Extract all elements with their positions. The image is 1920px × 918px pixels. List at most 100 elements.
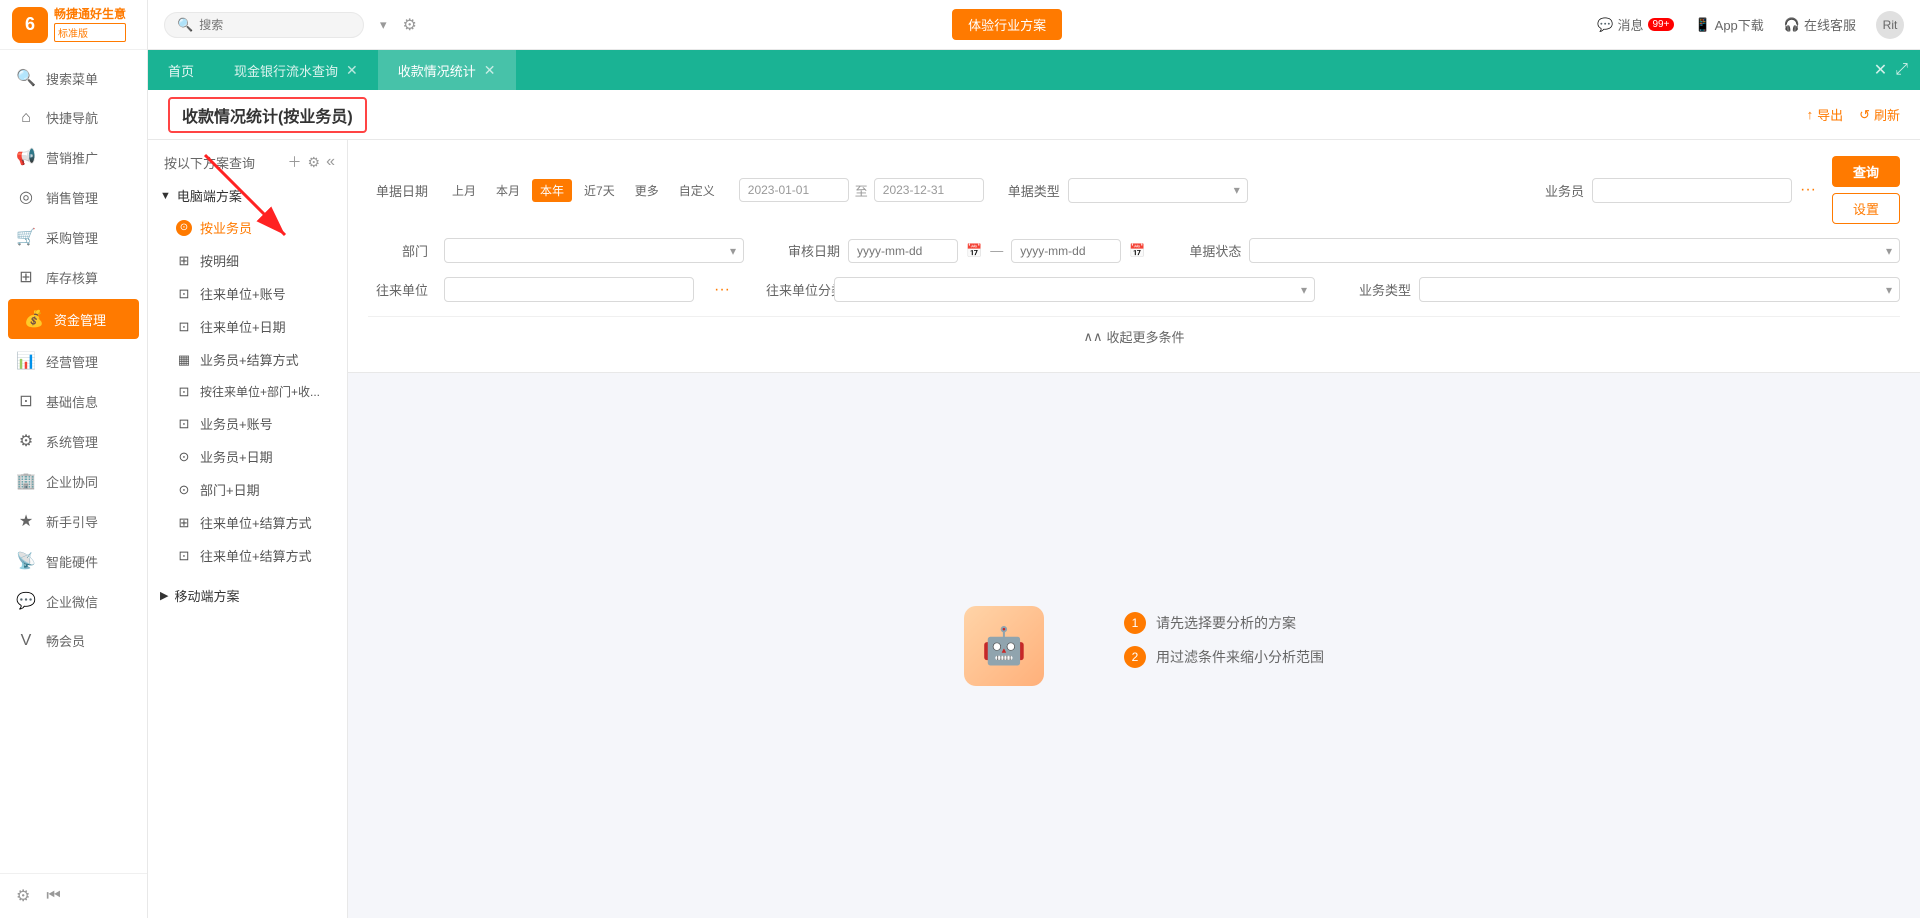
counterpart-more-btn[interactable]: ··· xyxy=(714,281,730,299)
gear-icon[interactable]: ⚙ xyxy=(403,15,417,35)
messages-action[interactable]: 💬 消息 99+ xyxy=(1597,15,1674,34)
mobile-group-toggle[interactable]: ▶ 移动端方案 xyxy=(148,580,347,611)
doc-status-label: 单据状态 xyxy=(1181,241,1241,260)
scheme-item-5[interactable]: ⊡ 按往来单位+部门+收... xyxy=(148,376,347,407)
scheme-label-2: 往来单位+账号 xyxy=(200,284,286,303)
refresh-btn[interactable]: ↺ 刷新 xyxy=(1859,105,1900,124)
scheme-item-6[interactable]: ⊡ 业务员+账号 xyxy=(148,407,347,440)
avatar: Rit xyxy=(1876,11,1904,39)
sidebar-item-search[interactable]: 🔍 搜索菜单 xyxy=(0,58,147,98)
salesman-input[interactable] xyxy=(1592,178,1792,203)
settings-icon[interactable]: ⚙ xyxy=(16,886,30,906)
sidebar-item-marketing[interactable]: 📢 营销推广 xyxy=(0,137,147,177)
setting-btn[interactable]: 设置 xyxy=(1832,193,1900,224)
collapse-panel-btn[interactable]: « xyxy=(326,153,335,171)
add-scheme-btn[interactable]: ＋ xyxy=(288,152,302,172)
counterpart-label: 往来单位 xyxy=(368,280,428,299)
download-icon: 📱 xyxy=(1694,17,1710,33)
search-input[interactable] xyxy=(199,18,339,32)
sidebar-item-member-label: 畅会员 xyxy=(46,631,85,650)
sidebar-item-operations-label: 经营管理 xyxy=(46,352,98,371)
sidebar-item-base-info[interactable]: ⊡ 基础信息 xyxy=(0,381,147,421)
tab-close-collection[interactable]: ✕ xyxy=(484,62,496,79)
dropdown-icon[interactable]: ▾ xyxy=(380,17,387,33)
tab-bank-flow[interactable]: 现金银行流水查询 ✕ xyxy=(214,50,378,90)
tab-close-bank[interactable]: ✕ xyxy=(346,62,358,79)
scheme-item-4[interactable]: ▦ 业务员+结算方式 xyxy=(148,343,347,376)
user-avatar[interactable]: Rit xyxy=(1876,11,1904,39)
empty-steps: 1 请先选择要分析的方案 2 用过滤条件来缩小分析范围 xyxy=(1124,612,1324,680)
review-from-input[interactable] xyxy=(848,239,958,263)
scheme-item-8[interactable]: ⊙ 部门+日期 xyxy=(148,473,347,506)
refresh-icon: ↺ xyxy=(1859,107,1870,123)
date-tab-7days[interactable]: 近7天 xyxy=(576,179,623,202)
tab-collection-stats[interactable]: 收款情况统计 ✕ xyxy=(378,50,516,90)
doc-type-select[interactable] xyxy=(1068,178,1248,203)
sidebar-item-operations[interactable]: 📊 经营管理 xyxy=(0,341,147,381)
sidebar-item-enterprise[interactable]: 🏢 企业协同 xyxy=(0,461,147,501)
online-service-action[interactable]: 🎧 在线客服 xyxy=(1784,15,1856,34)
sidebar-item-purchase[interactable]: 🛒 采购管理 xyxy=(0,217,147,257)
more-options-btn[interactable]: ··· xyxy=(1800,181,1816,199)
dept-select[interactable] xyxy=(444,238,744,263)
sidebar-item-member[interactable]: V 畅会员 xyxy=(0,621,147,660)
sidebar-item-wechat[interactable]: 💬 企业微信 xyxy=(0,581,147,621)
step-num-1: 1 xyxy=(1124,612,1146,634)
export-btn[interactable]: ↑ 导出 xyxy=(1807,105,1844,124)
sidebar-item-newbie[interactable]: ★ 新手引导 xyxy=(0,501,147,541)
date-tab-last-month[interactable]: 上月 xyxy=(444,179,484,202)
wechat-icon: 💬 xyxy=(16,591,36,611)
desktop-group-toggle[interactable]: ▼ 电脑端方案 xyxy=(148,180,347,211)
scheme-item-2[interactable]: ⊡ 往来单位+账号 xyxy=(148,277,347,310)
page-header: 收款情况统计(按业务员) ↑ 导出 ↺ 刷新 xyxy=(148,90,1920,140)
collapse-sidebar-icon[interactable]: ⏮ xyxy=(46,887,60,905)
sidebar-item-hardware[interactable]: 📡 智能硬件 xyxy=(0,541,147,581)
service-icon: 🎧 xyxy=(1784,17,1800,33)
date-tab-more[interactable]: 更多 xyxy=(627,179,667,202)
scheme-item-9[interactable]: ⊞ 往来单位+结算方式 xyxy=(148,506,347,539)
empty-illustration: 🤖 xyxy=(944,586,1064,706)
date-to-input[interactable] xyxy=(874,178,984,202)
query-btn[interactable]: 查询 xyxy=(1832,156,1900,187)
topbar-left: 🔍 ▾ ⚙ xyxy=(164,12,417,38)
topbar-search-box[interactable]: 🔍 xyxy=(164,12,364,38)
enterprise-icon: 🏢 xyxy=(16,471,36,491)
calendar-icon-to[interactable]: 📅 xyxy=(1129,243,1145,259)
date-tab-custom[interactable]: 自定义 xyxy=(671,179,723,202)
hardware-icon: 📡 xyxy=(16,551,36,571)
trial-btn[interactable]: 体验行业方案 xyxy=(952,9,1062,40)
scheme-label-10: 往来单位+结算方式 xyxy=(200,546,312,565)
counterpart-input[interactable] xyxy=(444,277,694,302)
mobile-group-label: 移动端方案 xyxy=(174,586,239,605)
counterpart-category-select[interactable] xyxy=(834,277,1315,302)
logo-text: 畅捷通好生意 xyxy=(54,7,126,23)
sidebar-item-system[interactable]: ⚙ 系统管理 xyxy=(0,421,147,461)
settings-scheme-btn[interactable]: ⚙ xyxy=(308,154,321,171)
expand-btn[interactable]: ⤢ xyxy=(1895,61,1908,79)
doc-status-select[interactable] xyxy=(1249,238,1900,263)
scheme-item-7[interactable]: ⊙ 业务员+日期 xyxy=(148,440,347,473)
biz-type-select[interactable] xyxy=(1419,277,1900,302)
date-tab-this-month[interactable]: 本月 xyxy=(488,179,528,202)
scheme-item-1[interactable]: ⊞ 按明细 xyxy=(148,244,347,277)
collapse-filter-btn[interactable]: ∧∧ 收起更多条件 xyxy=(368,316,1900,356)
tab-home[interactable]: 首页 xyxy=(148,50,214,90)
scheme-item-3[interactable]: ⊡ 往来单位+日期 xyxy=(148,310,347,343)
sidebar-item-sales[interactable]: ◎ 销售管理 xyxy=(0,177,147,217)
close-window-btn[interactable]: ✕ xyxy=(1874,60,1887,80)
scheme-label-0: 按业务员 xyxy=(200,218,252,237)
review-to-input[interactable] xyxy=(1011,239,1121,263)
sidebar-item-warehouse[interactable]: ⊞ 库存核算 xyxy=(0,257,147,297)
desktop-group: ▼ 电脑端方案 ⊙ 按业务员 ⊞ 按明细 ⊡ 往来单位+账号 ⊡ 往来单位 xyxy=(148,180,347,580)
sidebar-item-quick-nav[interactable]: ⌂ 快捷导航 xyxy=(0,98,147,137)
messages-label: 消息 xyxy=(1617,15,1643,34)
sidebar-item-finance[interactable]: 💰 资金管理 xyxy=(8,299,139,339)
scheme-item-0[interactable]: ⊙ 按业务员 xyxy=(148,211,347,244)
app-download-action[interactable]: 📱 App下载 xyxy=(1694,15,1763,34)
date-tab-this-year[interactable]: 本年 xyxy=(532,179,572,202)
calendar-icon-from[interactable]: 📅 xyxy=(966,243,982,259)
date-from-input[interactable] xyxy=(739,178,849,202)
message-icon: 💬 xyxy=(1597,17,1613,33)
dept-select-wrapper xyxy=(444,238,744,263)
scheme-item-10[interactable]: ⊡ 往来单位+结算方式 xyxy=(148,539,347,572)
